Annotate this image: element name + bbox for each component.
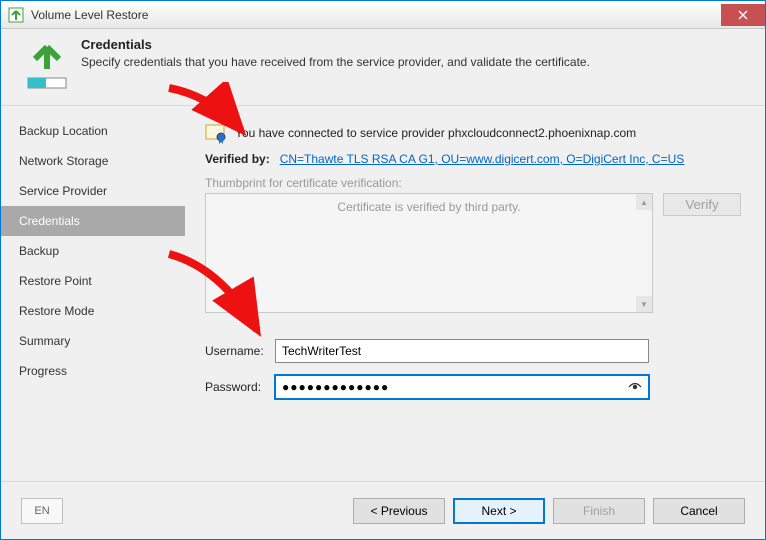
dialog-footer: EN < Previous Next > Finish Cancel bbox=[1, 481, 765, 539]
sidebar-item-summary[interactable]: Summary bbox=[1, 326, 185, 356]
verified-by-label: Verified by: bbox=[205, 152, 270, 166]
connected-text: You have connected to service provider p… bbox=[235, 126, 636, 140]
thumbprint-row: Certificate is verified by third party. … bbox=[205, 193, 741, 313]
header-upload-icon bbox=[19, 37, 75, 93]
verify-button: Verify bbox=[663, 193, 741, 216]
password-input[interactable] bbox=[275, 375, 649, 399]
connection-status-row: You have connected to service provider p… bbox=[205, 122, 741, 144]
main-panel: You have connected to service provider p… bbox=[185, 106, 765, 488]
titlebar: Volume Level Restore bbox=[1, 1, 765, 29]
window-title: Volume Level Restore bbox=[31, 8, 721, 22]
sidebar-item-credentials[interactable]: Credentials bbox=[1, 206, 185, 236]
page-subtitle: Specify credentials that you have receiv… bbox=[81, 55, 590, 69]
app-restore-icon bbox=[7, 6, 25, 24]
sidebar-item-restore-mode[interactable]: Restore Mode bbox=[1, 296, 185, 326]
thumbprint-text: Certificate is verified by third party. bbox=[337, 200, 520, 214]
sidebar-item-network-storage[interactable]: Network Storage bbox=[1, 146, 185, 176]
thumbprint-textarea: Certificate is verified by third party. … bbox=[205, 193, 653, 313]
sidebar-item-backup[interactable]: Backup bbox=[1, 236, 185, 266]
scroll-down-icon[interactable]: ▼ bbox=[636, 296, 652, 312]
username-input[interactable] bbox=[275, 339, 649, 363]
sidebar-item-restore-point[interactable]: Restore Point bbox=[1, 266, 185, 296]
sidebar-item-label: Credentials bbox=[19, 214, 80, 228]
scroll-up-icon[interactable]: ▲ bbox=[636, 194, 652, 210]
cancel-button[interactable]: Cancel bbox=[653, 498, 745, 524]
wizard-sidebar: Backup Location Network Storage Service … bbox=[1, 106, 185, 488]
reveal-password-icon[interactable] bbox=[627, 378, 643, 394]
certificate-icon bbox=[205, 122, 227, 144]
page-title: Credentials bbox=[81, 37, 590, 52]
password-row: Password: bbox=[205, 375, 741, 399]
sidebar-item-label: Network Storage bbox=[19, 154, 108, 168]
next-button[interactable]: Next > bbox=[453, 498, 545, 524]
finish-button: Finish bbox=[553, 498, 645, 524]
header-text: Credentials Specify credentials that you… bbox=[81, 37, 590, 93]
sidebar-item-progress[interactable]: Progress bbox=[1, 356, 185, 386]
sidebar-item-label: Summary bbox=[19, 334, 70, 348]
verified-by-row: Verified by: CN=Thawte TLS RSA CA G1, OU… bbox=[205, 152, 741, 166]
sidebar-item-service-provider[interactable]: Service Provider bbox=[1, 176, 185, 206]
username-row: Username: bbox=[205, 339, 741, 363]
username-label: Username: bbox=[205, 344, 275, 358]
body: Backup Location Network Storage Service … bbox=[1, 106, 765, 488]
language-button[interactable]: EN bbox=[21, 498, 63, 524]
sidebar-item-label: Backup Location bbox=[19, 124, 108, 138]
previous-button[interactable]: < Previous bbox=[353, 498, 445, 524]
language-label: EN bbox=[34, 505, 49, 517]
sidebar-item-label: Backup bbox=[19, 244, 59, 258]
sidebar-item-label: Service Provider bbox=[19, 184, 107, 198]
page-header: Credentials Specify credentials that you… bbox=[1, 29, 765, 106]
sidebar-item-label: Restore Point bbox=[19, 274, 92, 288]
dialog-window: Volume Level Restore Credentials Specify… bbox=[0, 0, 766, 540]
close-button[interactable] bbox=[721, 4, 765, 26]
verified-by-link[interactable]: CN=Thawte TLS RSA CA G1, OU=www.digicert… bbox=[280, 152, 685, 166]
sidebar-item-label: Restore Mode bbox=[19, 304, 94, 318]
sidebar-item-label: Progress bbox=[19, 364, 67, 378]
sidebar-item-backup-location[interactable]: Backup Location bbox=[1, 116, 185, 146]
password-label: Password: bbox=[205, 380, 275, 394]
thumbprint-label: Thumbprint for certificate verification: bbox=[205, 176, 741, 190]
